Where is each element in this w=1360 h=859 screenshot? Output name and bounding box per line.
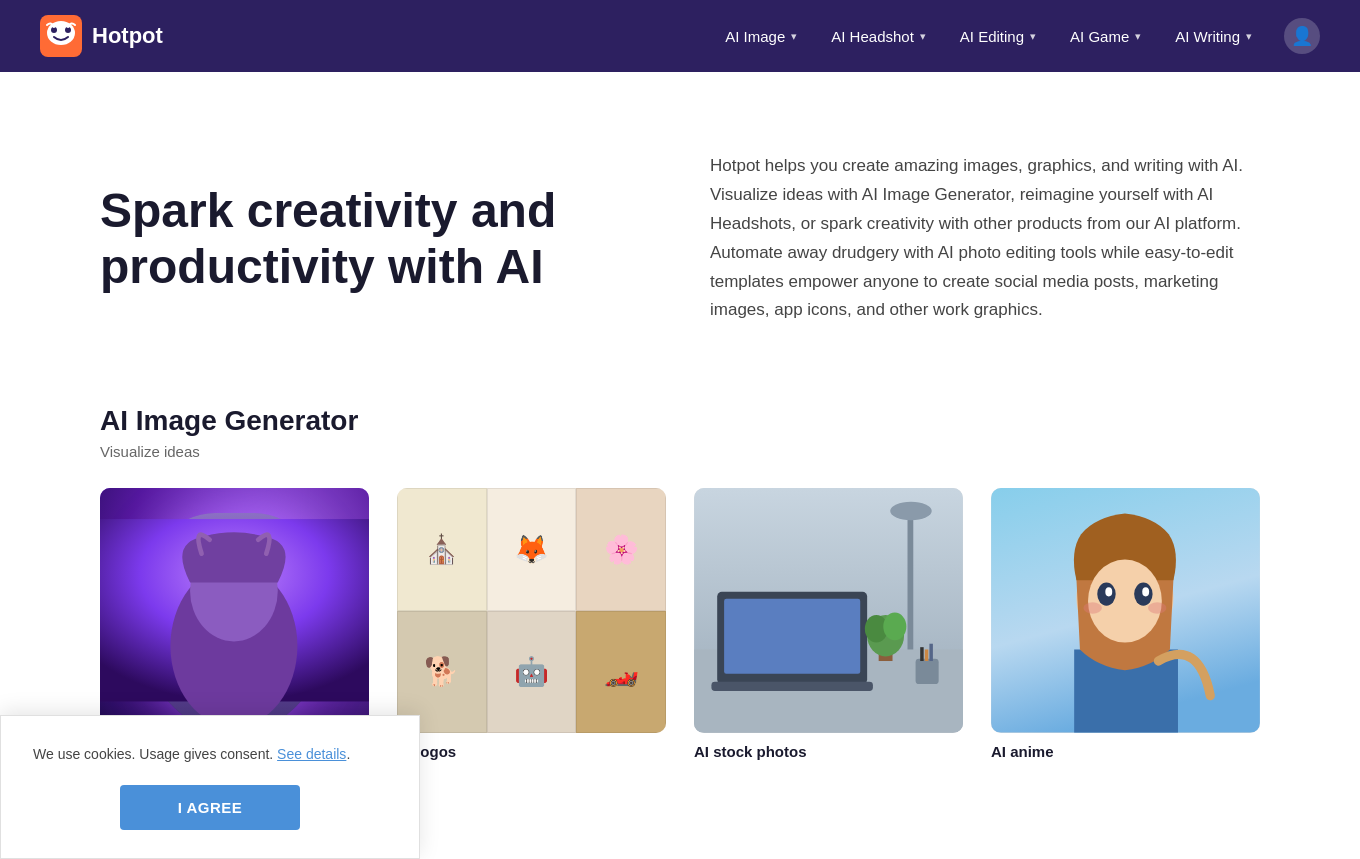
section-subtitle: Visualize ideas (100, 443, 1260, 460)
logo-cell-church: ⛪ (397, 488, 487, 610)
svg-rect-10 (724, 599, 860, 674)
stock-svg (694, 488, 963, 733)
nav-item-ai-writing[interactable]: AI Writing ▾ (1161, 20, 1266, 53)
card-ai-stock-image (694, 488, 963, 733)
nav-item-ai-editing[interactable]: AI Editing ▾ (946, 20, 1050, 53)
chevron-down-icon: ▾ (1246, 30, 1252, 43)
navbar: Hotpot AI Image ▾ AI Headshot ▾ AI Editi… (0, 0, 1360, 72)
logo-cell-robot: 🤖 (487, 611, 577, 733)
fantasy-svg (100, 488, 369, 733)
svg-rect-11 (711, 682, 872, 691)
card-ai-images-image (100, 488, 369, 733)
brand-logo[interactable]: Hotpot (40, 15, 163, 57)
svg-rect-21 (929, 644, 932, 661)
card-ai-anime-label: AI anime (991, 743, 1054, 760)
svg-point-13 (890, 502, 932, 520)
section-title: AI Image Generator (100, 405, 1260, 437)
logo-icon (40, 15, 82, 57)
svg-rect-18 (916, 659, 939, 684)
card-ai-anime[interactable]: AI anime (991, 488, 1260, 761)
nav-item-ai-image[interactable]: AI Image ▾ (711, 20, 811, 53)
svg-point-29 (1105, 588, 1112, 597)
svg-rect-20 (925, 650, 928, 662)
nav-ai-image-label: AI Image (725, 28, 785, 45)
card-ai-stock[interactable]: AI stock photos (694, 488, 963, 761)
nav-item-ai-headshot[interactable]: AI Headshot ▾ (817, 20, 940, 53)
svg-point-30 (1142, 588, 1149, 597)
anime-svg (991, 488, 1260, 733)
logo-cell-fox: 🦊 (487, 488, 577, 610)
cookie-banner: We use cookies. Usage gives consent. See… (0, 715, 420, 821)
cookie-text: We use cookies. Usage gives consent. See… (33, 744, 387, 765)
hero-description: Hotpot helps you create amazing images, … (710, 152, 1260, 325)
user-account-button[interactable]: 👤 (1284, 18, 1320, 54)
nav-ai-writing-label: AI Writing (1175, 28, 1240, 45)
cookie-see-details-link[interactable]: See details (277, 746, 346, 762)
nav-links: AI Image ▾ AI Headshot ▾ AI Editing ▾ AI… (711, 18, 1320, 54)
chevron-down-icon: ▾ (1135, 30, 1141, 43)
cookie-agree-button[interactable]: I AGREE (120, 785, 300, 821)
chevron-down-icon: ▾ (1030, 30, 1036, 43)
svg-rect-19 (920, 648, 923, 662)
card-ai-stock-label: AI stock photos (694, 743, 807, 760)
nav-ai-game-label: AI Game (1070, 28, 1129, 45)
card-ai-anime-image (991, 488, 1260, 733)
nav-ai-editing-label: AI Editing (960, 28, 1024, 45)
nav-item-ai-game[interactable]: AI Game ▾ (1056, 20, 1155, 53)
hero-section: Spark creativity and productivity with A… (40, 72, 1320, 385)
hero-right: Hotpot helps you create amazing images, … (710, 152, 1260, 325)
svg-rect-12 (908, 511, 914, 649)
brand-name: Hotpot (92, 23, 163, 49)
hero-left: Spark creativity and productivity with A… (100, 183, 650, 293)
chevron-down-icon: ▾ (920, 30, 926, 43)
card-ai-logos[interactable]: ⛪ 🦊 🌸 🐕 🤖 🏎️ AI logos (397, 488, 666, 761)
logo-cell-car: 🏎️ (576, 611, 666, 733)
hero-title: Spark creativity and productivity with A… (100, 183, 650, 293)
nav-ai-headshot-label: AI Headshot (831, 28, 914, 45)
svg-point-31 (1083, 603, 1101, 615)
svg-point-17 (883, 613, 906, 641)
logo-cell-flower: 🌸 (576, 488, 666, 610)
user-icon: 👤 (1291, 25, 1313, 47)
chevron-down-icon: ▾ (791, 30, 797, 43)
card-ai-logos-image: ⛪ 🦊 🌸 🐕 🤖 🏎️ (397, 488, 666, 733)
svg-point-32 (1148, 603, 1166, 615)
